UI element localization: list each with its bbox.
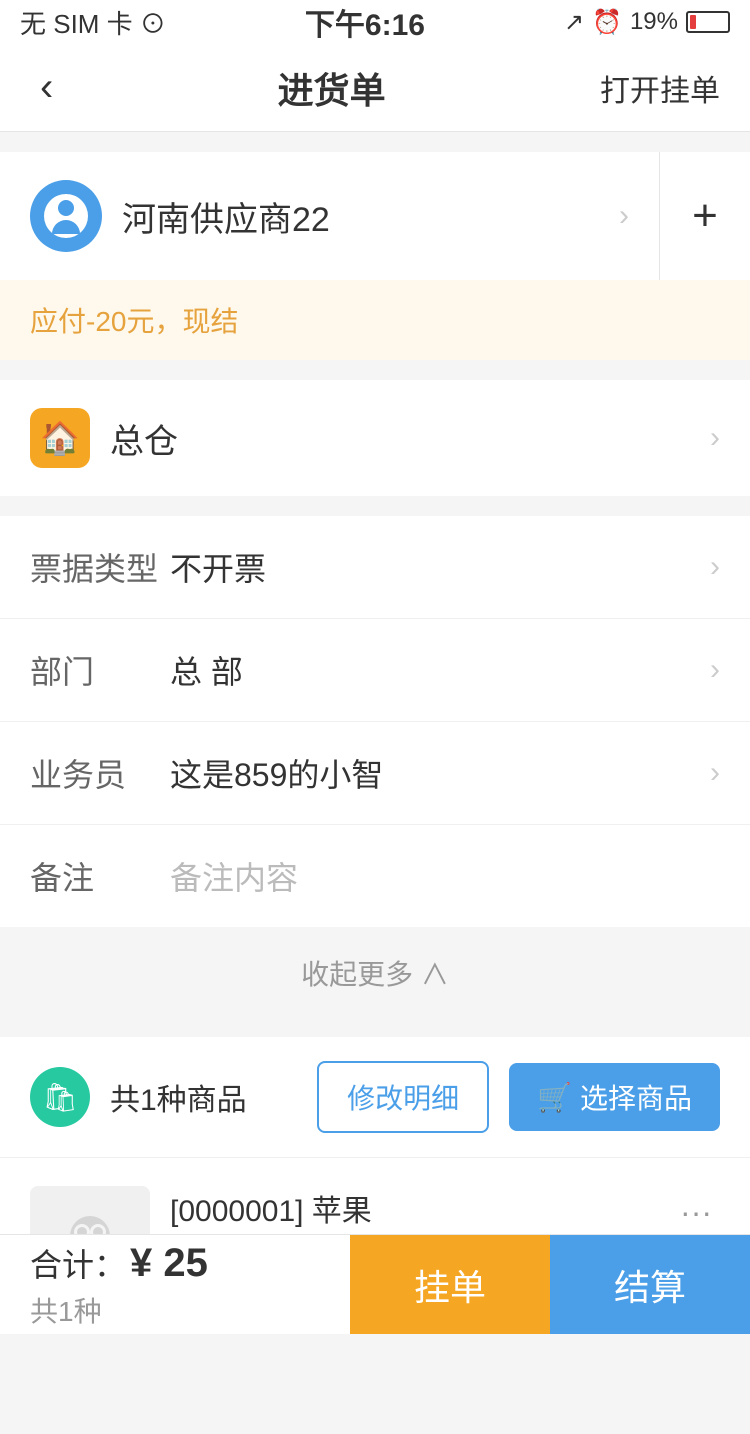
products-count: 共1种商品 (110, 1075, 297, 1119)
checkout-label: 结算 (614, 1259, 686, 1311)
department-row[interactable]: 部门 总 部 › (0, 619, 750, 722)
back-button[interactable]: ‹ (30, 55, 63, 120)
battery-icon (686, 11, 730, 33)
notice-bar: 应付-20元，现结 (0, 280, 750, 360)
total-unit: 共1种 (30, 1290, 320, 1330)
hang-label: 挂单 (414, 1259, 486, 1311)
alarm-icon: ⏰ (592, 8, 622, 37)
warehouse-chevron: › (710, 421, 720, 455)
status-right: ↗ ⏰ 19% (564, 8, 730, 37)
page-title: 进货单 (278, 62, 386, 114)
bottom-total: 合计： ¥ 25 共1种 (0, 1240, 350, 1330)
battery-label: 19% (630, 8, 678, 36)
warehouse-section: 🏠 总仓 › (0, 380, 750, 496)
department-chevron: › (710, 653, 720, 687)
remark-input[interactable]: 备注内容 (170, 853, 720, 899)
warehouse-selector[interactable]: 🏠 总仓 › (0, 380, 750, 496)
select-product-label: 选择商品 (580, 1077, 692, 1117)
ticket-type-label: 票据类型 (30, 544, 170, 590)
supplier-selector[interactable]: 河南供应商22 › (0, 152, 660, 280)
remark-row[interactable]: 备注 备注内容 (0, 825, 750, 927)
status-left: 无 SIM 卡 ⊙ (20, 4, 166, 41)
ticket-type-row[interactable]: 票据类型 不开票 › (0, 516, 750, 619)
ticket-type-chevron: › (710, 550, 720, 584)
salesman-chevron: › (710, 756, 720, 790)
remark-label: 备注 (30, 853, 170, 899)
bottom-bar: 合计： ¥ 25 共1种 挂单 结算 (0, 1234, 750, 1334)
ticket-type-value: 不开票 (170, 544, 710, 590)
nav-bar: ‹ 进货单 打开挂单 (0, 44, 750, 132)
form-section: 票据类型 不开票 › 部门 总 部 › 业务员 这是859的小智 › 备注 备注… (0, 516, 750, 927)
products-header: 🛍 共1种商品 修改明细 🛒 选择商品 (0, 1037, 750, 1158)
checkout-button[interactable]: 结算 (550, 1235, 750, 1334)
product-name: [0000001] 苹果 (170, 1186, 652, 1230)
select-product-button[interactable]: 🛒 选择商品 (509, 1063, 720, 1131)
collapse-label: 收起更多 ∧ (301, 959, 449, 990)
salesman-row[interactable]: 业务员 这是859的小智 › (0, 722, 750, 825)
edit-detail-button[interactable]: 修改明细 (317, 1061, 489, 1133)
supplier-section: 河南供应商22 › + (0, 152, 750, 280)
supplier-name: 河南供应商22 (122, 192, 619, 241)
warehouse-name: 总仓 (110, 414, 710, 463)
status-bar: 无 SIM 卡 ⊙ 下午6:16 ↗ ⏰ 19% (0, 0, 750, 44)
location-icon: ↗ (564, 8, 584, 37)
supplier-chevron: › (619, 199, 629, 233)
department-value: 总 部 (170, 647, 710, 693)
salesman-value: 这是859的小智 (170, 750, 710, 796)
products-icon: 🛍 (30, 1067, 90, 1127)
status-time: 下午6:16 (305, 0, 425, 44)
avatar-inner (44, 194, 88, 238)
salesman-label: 业务员 (30, 750, 170, 796)
total-amount: ¥ 25 (130, 1241, 208, 1286)
notice-text: 应付-20元，现结 (30, 306, 238, 337)
select-product-icon: 🛒 (537, 1081, 572, 1114)
hang-button[interactable]: 挂单 (350, 1235, 550, 1334)
open-hang-button[interactable]: 打开挂单 (600, 66, 720, 110)
product-more-button[interactable]: ··· (672, 1186, 720, 1239)
warehouse-icon: 🏠 (30, 408, 90, 468)
collapse-bar[interactable]: 收起更多 ∧ (0, 929, 750, 1017)
supplier-avatar (30, 180, 102, 252)
total-label: 合计： (30, 1240, 126, 1286)
sim-label: 无 SIM 卡 ⊙ (20, 4, 166, 41)
supplier-add-button[interactable]: + (660, 152, 750, 280)
department-label: 部门 (30, 647, 170, 693)
